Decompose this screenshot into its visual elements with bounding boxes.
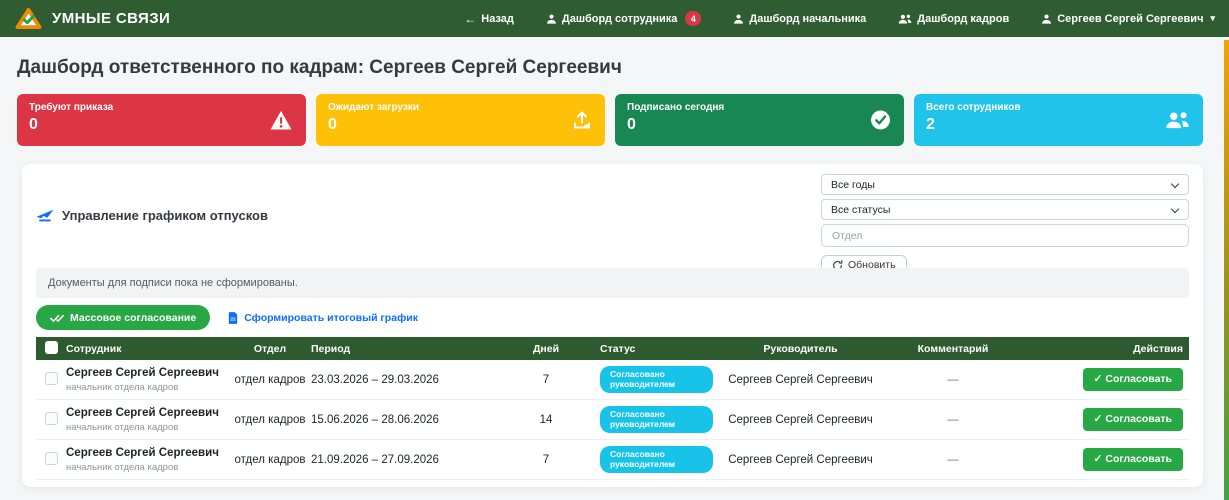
manager-cell: Сергеев Сергей Сергеевич xyxy=(713,360,888,400)
logo-triangle-check-icon xyxy=(15,7,42,30)
select-all-checkbox[interactable] xyxy=(45,340,58,354)
people-icon xyxy=(1165,110,1190,130)
brand-logo[interactable]: УМНЫЕ СВЯЗИ xyxy=(15,7,170,30)
employee-name: Сергеев Сергей Сергеевич xyxy=(66,406,219,419)
department-cell: отдел кадров xyxy=(229,439,311,480)
days-cell: 14 xyxy=(506,399,586,440)
stat-card-orders-required: Требуют приказа 0 xyxy=(17,94,306,146)
col-header-period: Период xyxy=(311,337,506,360)
period-cell: 23.03.2026 – 29.03.2026 xyxy=(311,360,506,400)
vacation-table: Сотрудник Отдел Период Дней Статус Руков… xyxy=(36,337,1189,480)
employee-name: Сергеев Сергей Сергеевич xyxy=(66,366,219,379)
stat-card-total-employees: Всего сотрудников 2 xyxy=(914,94,1203,146)
accent-gradient-stripe xyxy=(1224,40,1229,500)
col-header-days: Дней xyxy=(506,337,586,360)
person-icon xyxy=(733,13,744,25)
navbar-links: ← Назад Дашборд сотрудника 4 Дашборд нач… xyxy=(464,11,1215,26)
department-input[interactable] xyxy=(821,224,1189,247)
status-select[interactable]: Все статусы xyxy=(821,199,1189,220)
person-icon xyxy=(546,13,557,25)
brand-name: УМНЫЕ СВЯЗИ xyxy=(52,10,171,27)
employee-position: начальник отдела кадров xyxy=(66,381,179,393)
stat-cards-row: Требуют приказа 0 Ожидают загрузки 0 Под… xyxy=(17,94,1203,146)
department-cell: отдел кадров xyxy=(229,399,311,440)
manager-cell: Сергеев Сергей Сергеевич xyxy=(713,399,888,440)
notification-badge: 4 xyxy=(685,11,702,26)
table-header-row: Сотрудник Отдел Период Дней Статус Руков… xyxy=(36,337,1189,360)
plane-icon xyxy=(36,208,54,223)
check-icon: ✓ xyxy=(1093,453,1103,465)
check-icon: ✓ xyxy=(1093,413,1103,425)
arrow-left-icon: ← xyxy=(464,11,477,26)
check-circle-icon xyxy=(870,110,891,131)
panel-heading: Управление графиком отпусков xyxy=(36,208,268,223)
upload-icon xyxy=(572,110,592,130)
comment-cell: — xyxy=(888,399,1018,440)
people-icon xyxy=(898,13,912,25)
row-checkbox[interactable] xyxy=(45,451,58,465)
employee-position: начальник отдела кадров xyxy=(66,461,179,473)
person-icon xyxy=(1041,13,1052,25)
col-header-manager: Руководитель xyxy=(713,337,888,360)
stat-card-awaiting-upload: Ожидают загрузки 0 xyxy=(316,94,605,146)
nav-back-link[interactable]: ← Назад xyxy=(464,13,514,25)
col-header-actions: Действия xyxy=(1018,337,1189,360)
page-title: Дашборд ответственного по кадрам: Сергее… xyxy=(17,57,622,78)
row-checkbox[interactable] xyxy=(45,371,58,385)
nav-user-menu[interactable]: Сергеев Сергей Сергеевич ▾ xyxy=(1041,13,1215,25)
table-row: Сергеев Сергей Сергеевич начальник отдел… xyxy=(36,360,1189,400)
status-badge: Согласовано руководителем xyxy=(600,366,713,393)
table-row: Сергеев Сергей Сергеевич начальник отдел… xyxy=(36,399,1189,440)
department-cell: отдел кадров xyxy=(229,360,311,400)
nav-employee-dashboard[interactable]: Дашборд сотрудника 4 xyxy=(546,11,702,26)
days-cell: 7 xyxy=(506,360,586,400)
bulk-approve-button[interactable]: Массовое согласование xyxy=(36,305,211,330)
approve-button[interactable]: ✓ Согласовать xyxy=(1082,448,1183,471)
employee-position: начальник отдела кадров xyxy=(66,421,179,433)
col-header-employee: Сотрудник xyxy=(66,337,229,360)
period-cell: 21.09.2026 – 27.09.2026 xyxy=(311,439,506,480)
approve-button[interactable]: ✓ Согласовать xyxy=(1082,368,1183,391)
table-actions-row: Массовое согласование Сформировать итого… xyxy=(36,305,418,330)
year-select[interactable]: Все годы xyxy=(821,174,1189,195)
employee-name: Сергеев Сергей Сергеевич xyxy=(66,446,219,459)
period-cell: 15.06.2026 – 28.06.2026 xyxy=(311,399,506,440)
chevron-down-icon: ▾ xyxy=(1210,13,1215,23)
comment-cell: — xyxy=(888,439,1018,480)
table-row: Сергеев Сергей Сергеевич начальник отдел… xyxy=(36,439,1189,480)
double-check-icon xyxy=(50,313,64,323)
col-header-department: Отдел xyxy=(229,337,311,360)
manager-cell: Сергеев Сергей Сергеевич xyxy=(713,439,888,480)
file-icon xyxy=(228,311,238,324)
approve-button[interactable]: ✓ Согласовать xyxy=(1082,408,1183,431)
vacation-management-panel: Все годы Все статусы Обновить Управление… xyxy=(22,164,1203,487)
warning-triangle-icon xyxy=(269,110,293,131)
top-navbar: УМНЫЕ СВЯЗИ ← Назад Дашборд сотрудника 4… xyxy=(0,0,1229,37)
col-header-status: Статус xyxy=(586,337,713,360)
row-checkbox[interactable] xyxy=(45,411,58,425)
col-header-comment: Комментарий xyxy=(888,337,1018,360)
generate-final-schedule-link[interactable]: Сформировать итоговый график xyxy=(228,312,418,324)
nav-manager-dashboard[interactable]: Дашборд начальника xyxy=(733,13,866,25)
nav-hr-dashboard[interactable]: Дашборд кадров xyxy=(898,13,1009,25)
filters-block: Все годы Все статусы Обновить xyxy=(821,174,1189,276)
stat-card-signed-today: Подписано сегодня 0 xyxy=(615,94,904,146)
comment-cell: — xyxy=(888,360,1018,400)
days-cell: 7 xyxy=(506,439,586,480)
documents-notice: Документы для подписи пока не сформирова… xyxy=(36,268,1189,298)
status-badge: Согласовано руководителем xyxy=(600,446,713,473)
check-icon: ✓ xyxy=(1093,373,1103,385)
status-badge: Согласовано руководителем xyxy=(600,406,713,433)
